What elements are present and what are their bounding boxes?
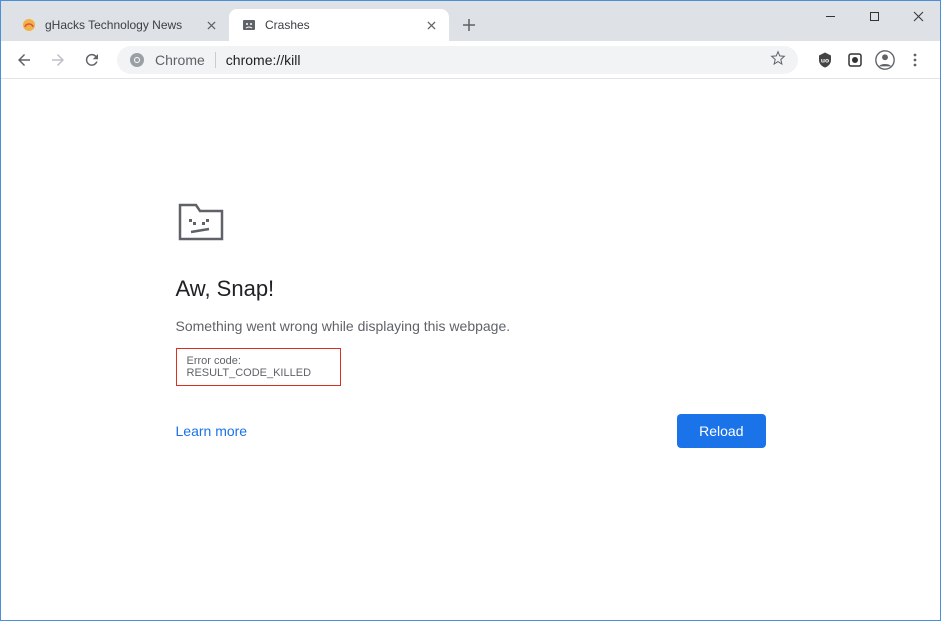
omnibox[interactable]: Chrome chrome://kill: [117, 46, 798, 74]
svg-text:uo: uo: [821, 57, 829, 64]
learn-more-link[interactable]: Learn more: [176, 423, 248, 439]
close-icon[interactable]: [423, 17, 439, 33]
profile-avatar-icon[interactable]: [874, 49, 896, 71]
forward-button[interactable]: [43, 45, 73, 75]
favicon-sad-icon: [241, 17, 257, 33]
omnibox-url: chrome://kill: [226, 52, 301, 68]
toolbar: Chrome chrome://kill uo: [1, 41, 940, 79]
window-controls: [808, 1, 940, 31]
titlebar: gHacks Technology News Crashes: [1, 1, 940, 41]
new-tab-button[interactable]: [455, 11, 483, 39]
maximize-button[interactable]: [852, 1, 896, 31]
favicon-ghacks-icon: [21, 17, 37, 33]
error-subtext: Something went wrong while displaying th…: [176, 318, 766, 334]
omnibox-origin-label: Chrome: [155, 52, 216, 68]
menu-icon[interactable]: [904, 49, 926, 71]
back-button[interactable]: [9, 45, 39, 75]
tab-title: Crashes: [265, 18, 423, 32]
close-icon[interactable]: [203, 17, 219, 33]
tab-title: gHacks Technology News: [45, 18, 203, 32]
ublock-icon[interactable]: uo: [814, 49, 836, 71]
tab-ghacks[interactable]: gHacks Technology News: [9, 9, 229, 41]
error-actions: Learn more Reload: [176, 414, 766, 448]
reload-button[interactable]: [77, 45, 107, 75]
error-page: Aw, Snap! Something went wrong while dis…: [1, 79, 940, 448]
reload-page-button[interactable]: Reload: [677, 414, 765, 448]
extension-icon[interactable]: [844, 49, 866, 71]
minimize-button[interactable]: [808, 1, 852, 31]
chrome-icon: [129, 52, 145, 68]
sad-folder-icon: [176, 199, 766, 248]
bookmark-star-icon[interactable]: [770, 50, 786, 69]
extension-icons: uo: [808, 49, 932, 71]
error-code-box: Error code: RESULT_CODE_KILLED: [176, 348, 341, 386]
close-window-button[interactable]: [896, 1, 940, 31]
tab-strip: gHacks Technology News Crashes: [1, 1, 483, 41]
tab-crashes[interactable]: Crashes: [229, 9, 449, 41]
error-heading: Aw, Snap!: [176, 276, 766, 302]
